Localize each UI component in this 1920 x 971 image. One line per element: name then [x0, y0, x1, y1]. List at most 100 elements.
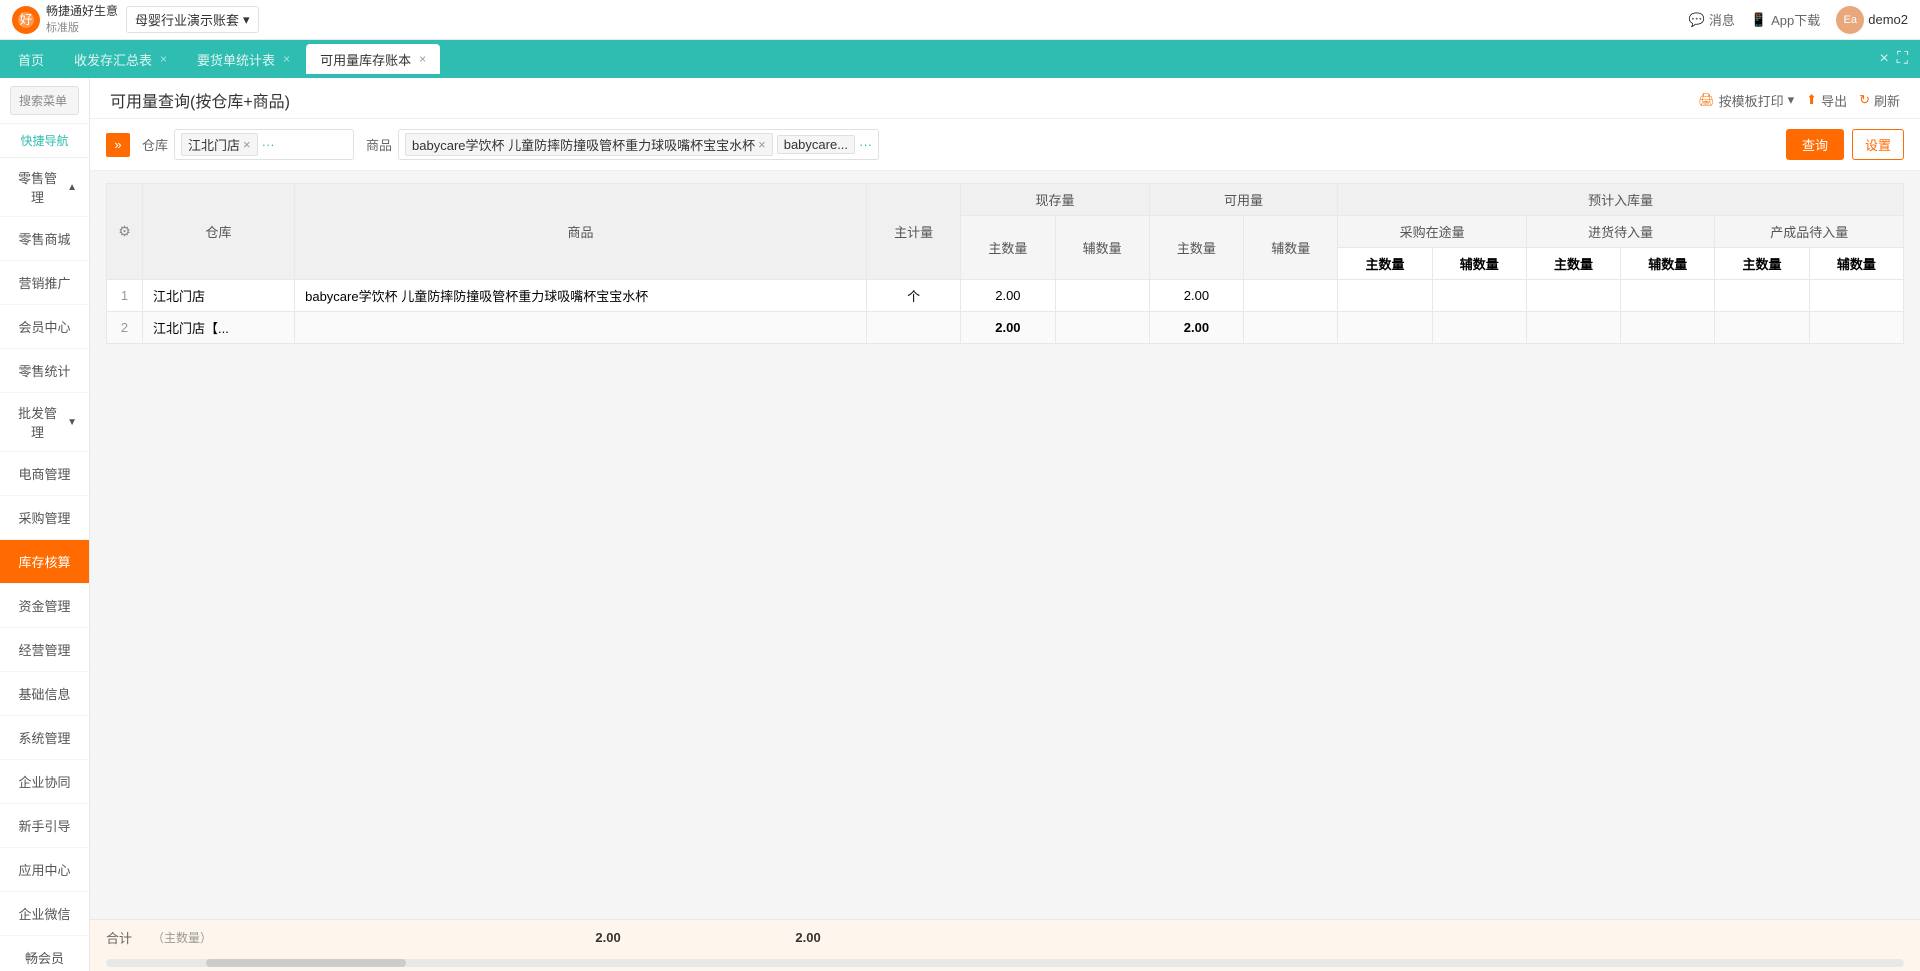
- sidebar-retail-stats-label: 零售统计: [18, 361, 70, 380]
- row-2-main-unit: [867, 312, 961, 344]
- logo-text-area: 畅捷通好生意 标准版: [46, 4, 118, 36]
- sidebar-basic-info-label: 基础信息: [18, 684, 70, 703]
- app-download-btn[interactable]: 📱 App下载: [1751, 10, 1820, 29]
- sidebar-item-finance[interactable]: 资金管理: [0, 584, 89, 628]
- row-2-finished-aux: [1809, 312, 1903, 344]
- logo-sub: 标准版: [46, 19, 118, 35]
- tab-available-inventory[interactable]: 可用量库存账本 ×: [306, 44, 440, 74]
- sidebar-item-retail-stats[interactable]: 零售统计: [0, 349, 89, 393]
- user-profile-btn[interactable]: Ea demo2: [1836, 6, 1908, 34]
- sidebar-new-guide-label: 新手引导: [18, 816, 70, 835]
- sidebar-item-ecommerce[interactable]: 电商管理: [0, 452, 89, 496]
- sidebar-item-member-center[interactable]: 会员中心: [0, 305, 89, 349]
- warehouse-more-btn[interactable]: ···: [262, 137, 275, 152]
- table-col-avail-aux-header: 辅数量: [1244, 216, 1338, 280]
- table-col-stock-header: 现存量: [961, 184, 1150, 216]
- main-layout: 搜索菜单 快捷导航 零售管理 ▲ 零售商城 营销推广 会员中心 零售统计 批发管…: [0, 78, 1920, 971]
- table-col-finished-main-header: 主数量: [1715, 248, 1809, 280]
- row-1-main-unit: 个: [867, 280, 961, 312]
- app-icon: 📱: [1751, 12, 1767, 28]
- row-2-index: 2: [107, 312, 143, 344]
- sidebar-wholesale-mgmt-label: 批发管理: [12, 403, 63, 441]
- product-tag-1: babycare...: [777, 135, 855, 154]
- search-menu-btn[interactable]: 搜索菜单: [10, 86, 79, 115]
- table-col-stock-main-header: 主数量: [961, 216, 1055, 280]
- scrollbar-thumb[interactable]: [206, 959, 406, 967]
- tab-home-label: 首页: [18, 50, 44, 69]
- page-actions: 🖨 按模板打印 ▾ ⬆ 导出 ↻ 刷新: [1698, 91, 1900, 110]
- sidebar-item-retail-mgmt[interactable]: 零售管理 ▲: [0, 158, 89, 217]
- sidebar-item-operations[interactable]: 经营管理: [0, 628, 89, 672]
- sidebar-item-new-guide[interactable]: 新手引导: [0, 804, 89, 848]
- fullscreen-btn[interactable]: ⛶: [1897, 50, 1908, 68]
- content-area: 可用量查询(按仓库+商品) 🖨 按模板打印 ▾ ⬆ 导出 ↻ 刷新: [90, 78, 1920, 971]
- sidebar-item-app-center[interactable]: 应用中心: [0, 848, 89, 892]
- row-1-purchase-transit-aux: [1432, 280, 1526, 312]
- product-tag-0-remove[interactable]: ×: [758, 137, 766, 152]
- sidebar-item-vip-member[interactable]: 畅会员: [0, 936, 89, 971]
- sidebar-item-wholesale-mgmt[interactable]: 批发管理 ▼: [0, 393, 89, 452]
- product-filter-tags[interactable]: babycare学饮杯 儿童防摔防撞吸管杯重力球吸嘴杯宝宝水杯 × babyca…: [398, 129, 879, 160]
- sidebar-system-mgmt-label: 系统管理: [18, 728, 70, 747]
- quick-nav-btn[interactable]: 快捷导航: [0, 124, 89, 158]
- tab-order-summary-close[interactable]: ×: [283, 52, 290, 66]
- warehouse-filter-tags[interactable]: 江北门店 × ···: [174, 129, 354, 160]
- chevron-up-icon: ▲: [67, 182, 77, 193]
- row-1-finished-aux: [1809, 280, 1903, 312]
- sidebar-item-retail-mall[interactable]: 零售商城: [0, 217, 89, 261]
- row-2-purchase-pending-aux: [1621, 312, 1715, 344]
- message-btn[interactable]: 💬 消息: [1689, 10, 1735, 29]
- close-all-tabs-btn[interactable]: ×: [1879, 50, 1888, 68]
- query-btn[interactable]: 查询: [1786, 129, 1844, 160]
- sidebar-item-purchase-mgmt[interactable]: 采购管理: [0, 496, 89, 540]
- row-2-purchase-transit-aux: [1432, 312, 1526, 344]
- sidebar-item-system-mgmt[interactable]: 系统管理: [0, 716, 89, 760]
- table-col-main-unit-header: 主计量: [867, 184, 961, 280]
- product-filter-group: 商品 babycare学饮杯 儿童防摔防撞吸管杯重力球吸嘴杯宝宝水杯 × bab…: [366, 129, 879, 160]
- scrollbar-track[interactable]: [106, 959, 1904, 967]
- summary-avail-main: 2.00: [768, 930, 848, 945]
- filter-expand-btn[interactable]: »: [106, 133, 130, 157]
- sidebar-vip-member-label: 畅会员: [25, 948, 64, 967]
- warehouse-tag-remove[interactable]: ×: [243, 137, 251, 152]
- table-col-warehouse-header: 仓库: [143, 184, 295, 280]
- filter-right: 查询 设置: [1786, 129, 1904, 160]
- sidebar-app-center-label: 应用中心: [18, 860, 70, 879]
- logo-text: 畅捷通好生意: [46, 4, 118, 20]
- row-2-avail-main: 2.00: [1149, 312, 1243, 344]
- sidebar-item-enterprise-collab[interactable]: 企业协同: [0, 760, 89, 804]
- data-table: ⚙ 仓库 商品 主计量 现存量 可用量 预计入库量 主数量 辅数量 主数量 辅数…: [106, 183, 1904, 344]
- tab-order-summary[interactable]: 要货单统计表 ×: [183, 44, 304, 74]
- username: demo2: [1868, 12, 1908, 27]
- row-1-warehouse: 江北门店: [143, 280, 295, 312]
- tab-receipt-summary-close[interactable]: ×: [160, 52, 167, 66]
- industry-select[interactable]: 母婴行业演示账套 ▾: [126, 6, 259, 33]
- row-1-purchase-transit-main: [1338, 280, 1432, 312]
- export-btn[interactable]: ⬆ 导出: [1806, 91, 1847, 110]
- table-col-finished-pending-header: 产成品待入量: [1715, 216, 1904, 248]
- refresh-btn[interactable]: ↻ 刷新: [1859, 91, 1900, 110]
- print-template-btn[interactable]: 🖨 按模板打印 ▾: [1698, 91, 1794, 110]
- tab-home[interactable]: 首页: [4, 44, 58, 74]
- row-1-stock-aux: [1055, 280, 1149, 312]
- row-1-product: babycare学饮杯 儿童防摔防撞吸管杯重力球吸嘴杯宝宝水杯: [295, 280, 867, 312]
- sidebar-item-marketing[interactable]: 营销推广: [0, 261, 89, 305]
- tab-available-inventory-close[interactable]: ×: [419, 52, 426, 66]
- tab-receipt-summary[interactable]: 收发存汇总表 ×: [60, 44, 181, 74]
- sidebar-enterprise-wechat-label: 企业微信: [18, 904, 70, 923]
- expand-icon: »: [114, 137, 121, 152]
- print-icon: 🖨: [1698, 92, 1715, 108]
- sidebar-item-inventory[interactable]: 库存核算: [0, 540, 89, 584]
- sidebar-item-basic-info[interactable]: 基础信息: [0, 672, 89, 716]
- top-bar-right: 💬 消息 📱 App下载 Ea demo2: [1689, 6, 1908, 34]
- settings-filter-btn[interactable]: 设置: [1852, 129, 1904, 160]
- sidebar-item-enterprise-wechat[interactable]: 企业微信: [0, 892, 89, 936]
- product-more-btn[interactable]: ···: [859, 137, 872, 152]
- table-settings-icon[interactable]: ⚙: [118, 223, 131, 239]
- row-1-avail-aux: [1244, 280, 1338, 312]
- row-2-finished-main: [1715, 312, 1809, 344]
- product-tag-0: babycare学饮杯 儿童防摔防撞吸管杯重力球吸嘴杯宝宝水杯 ×: [405, 133, 773, 156]
- table-col-purchase-transit-main-header: 主数量: [1338, 248, 1432, 280]
- product-filter-label: 商品: [366, 135, 392, 154]
- app-download-label: App下载: [1771, 10, 1820, 29]
